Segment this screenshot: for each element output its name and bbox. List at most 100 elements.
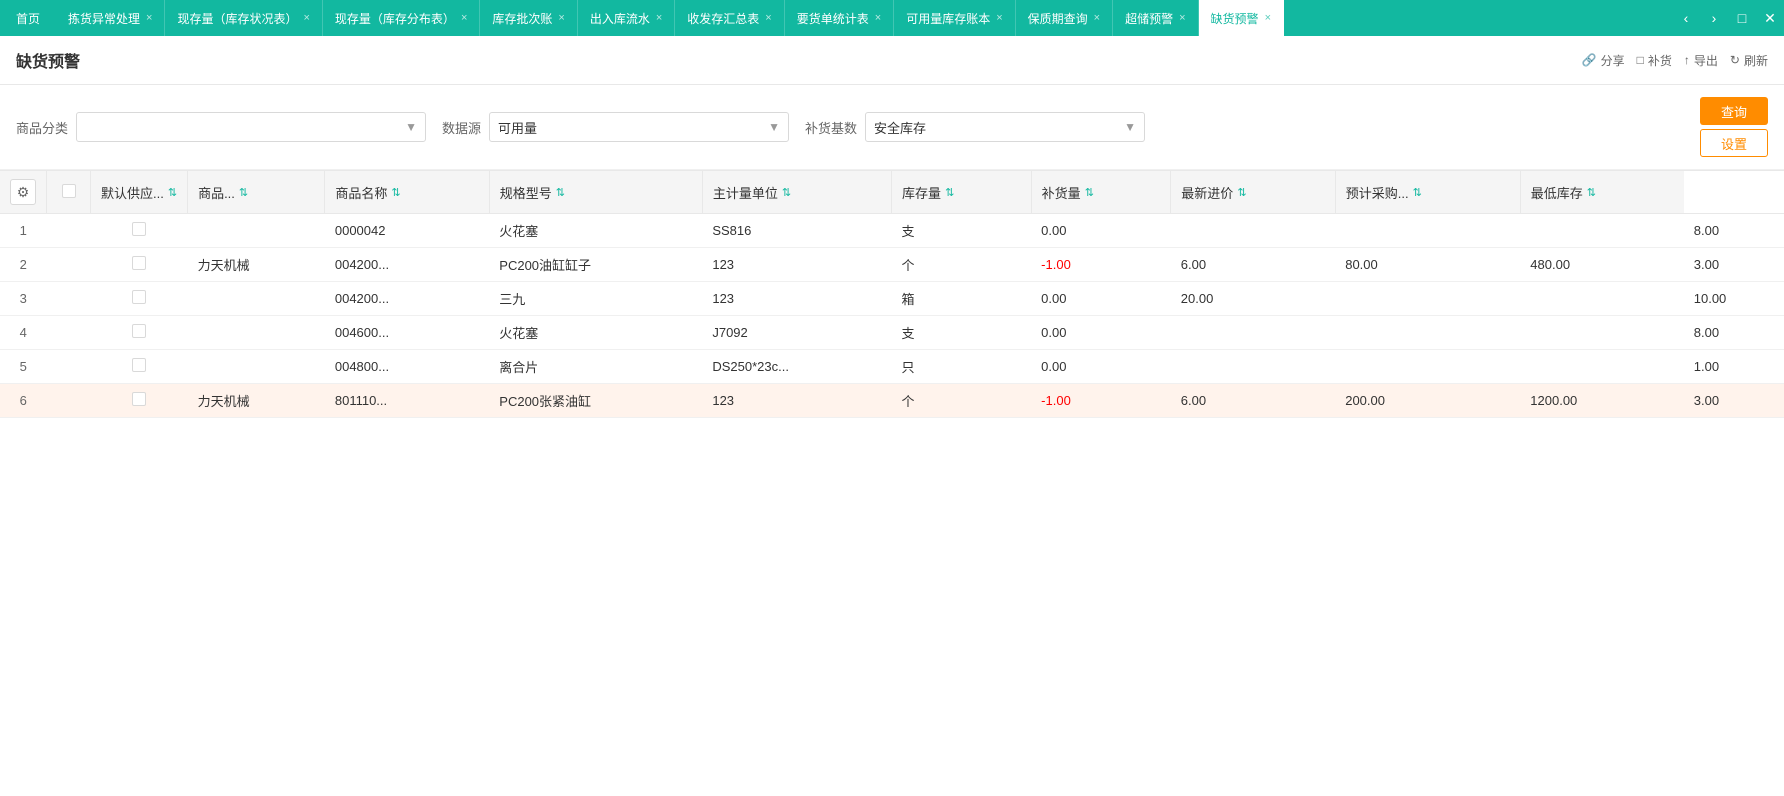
th-est-purchase[interactable]: 预计采购... ⇅ [1335, 171, 1520, 214]
page-title: 缺货预警 [16, 48, 80, 72]
tab-nav-restore[interactable]: □ [1728, 0, 1756, 36]
sort-est-purchase[interactable]: 预计采购... ⇅ [1346, 183, 1510, 202]
table-row: 3 004200... 三九 123 箱 0.00 20.00 10.00 [0, 282, 1784, 316]
row-unit: 个 [892, 384, 1032, 418]
tab-close-demand-stats[interactable]: × [875, 12, 881, 24]
tab-close-batch-account[interactable]: × [558, 12, 564, 24]
tab-close-stock-dist[interactable]: × [461, 12, 467, 24]
sort-icon-min: ⇅ [1587, 186, 1596, 199]
th-spec[interactable]: 规格型号 ⇅ [489, 171, 702, 214]
data-table: ⚙ 默认供应... ⇅ 商品... ⇅ [0, 170, 1784, 418]
row-checkbox-cell[interactable] [91, 282, 188, 316]
category-arrow-icon: ▼ [405, 120, 417, 134]
th-product-name[interactable]: 商品名称 ⇅ [325, 171, 489, 214]
tab-bar: 首页 拣货异常处理 × 现存量（库存状况表） × 现存量（库存分布表） × 库存… [0, 0, 1784, 36]
row-latest-price [1335, 282, 1520, 316]
tab-home[interactable]: 首页 [0, 0, 56, 36]
tab-close-expiry-query[interactable]: × [1094, 12, 1100, 24]
row-checkbox-cell[interactable] [91, 350, 188, 384]
row-supplier [188, 214, 325, 248]
share-button[interactable]: 🔗 分享 [1582, 52, 1625, 69]
th-checkbox[interactable] [47, 171, 91, 214]
th-unit[interactable]: 主计量单位 ⇅ [702, 171, 891, 214]
th-stock-qty[interactable]: 库存量 ⇅ [892, 171, 1032, 214]
row-supplier [188, 350, 325, 384]
row-stock-qty: 0.00 [1031, 282, 1171, 316]
tab-label: 要货单统计表 [797, 10, 869, 27]
th-product-code[interactable]: 商品... ⇅ [188, 171, 325, 214]
tab-expiry-query[interactable]: 保质期查询 × [1016, 0, 1113, 36]
tab-close-inout-flow[interactable]: × [656, 12, 662, 24]
datasource-select[interactable]: 可用量 ▼ [489, 112, 789, 142]
export-button[interactable]: ↑ 导出 [1684, 52, 1718, 69]
settings-button[interactable]: 设置 [1700, 129, 1768, 157]
replenish-label: 补货 [1648, 52, 1672, 69]
row-supplier: 力天机械 [188, 248, 325, 282]
tab-shortage[interactable]: 缺货预警 × [1199, 0, 1284, 36]
row-spec: 123 [702, 384, 891, 418]
main-content: 缺货预警 🔗 分享 □ 补货 ↑ 导出 ↻ 刷新 商品分类 [0, 36, 1784, 796]
row-unit: 箱 [892, 282, 1032, 316]
tab-nav-next[interactable]: › [1700, 0, 1728, 36]
th-gear[interactable]: ⚙ [0, 171, 47, 214]
sort-replenish-qty[interactable]: 补货量 ⇅ [1042, 183, 1161, 202]
th-default-supplier[interactable]: 默认供应... ⇅ [91, 171, 188, 214]
tab-stock-abnormal[interactable]: 拣货异常处理 × [56, 0, 165, 36]
tab-close-shortage[interactable]: × [1265, 12, 1271, 24]
row-checkbox-cell[interactable] [91, 214, 188, 248]
th-min-stock[interactable]: 最低库存 ⇅ [1520, 171, 1683, 214]
tab-batch-account[interactable]: 库存批次账 × [480, 0, 577, 36]
tab-close-stock-abnormal[interactable]: × [146, 12, 152, 24]
sort-product-name[interactable]: 商品名称 ⇅ [335, 183, 478, 202]
th-latest-price[interactable]: 最新进价 ⇅ [1171, 171, 1335, 214]
replenish-button[interactable]: □ 补货 [1637, 52, 1672, 69]
category-label: 商品分类 [16, 118, 68, 137]
row-product-name: 三九 [489, 282, 702, 316]
sort-latest-price[interactable]: 最新进价 ⇅ [1181, 183, 1324, 202]
replenish-base-select[interactable]: 安全库存 ▼ [865, 112, 1145, 142]
tab-nav-close[interactable]: ✕ [1756, 0, 1784, 36]
row-checkbox-cell[interactable] [91, 316, 188, 350]
tab-stock-dist[interactable]: 现存量（库存分布表） × [323, 0, 480, 36]
row-checkbox-cell[interactable] [91, 384, 188, 418]
row-replenish-qty: 20.00 [1171, 282, 1335, 316]
refresh-button[interactable]: ↻ 刷新 [1730, 52, 1768, 69]
row-checkbox[interactable] [132, 290, 146, 304]
tab-stock-status[interactable]: 现存量（库存状况表） × [165, 0, 322, 36]
row-checkbox[interactable] [132, 392, 146, 406]
row-product-name: PC200张紧油缸 [489, 384, 702, 418]
tab-available-ledger[interactable]: 可用量库存账本 × [894, 0, 1015, 36]
row-checkbox[interactable] [132, 358, 146, 372]
sort-product-code[interactable]: 商品... ⇅ [198, 183, 314, 202]
tab-nav-prev[interactable]: ‹ [1672, 0, 1700, 36]
sort-spec[interactable]: 规格型号 ⇅ [500, 183, 692, 202]
row-min-stock: 1.00 [1684, 350, 1784, 384]
row-index: 2 [0, 248, 47, 282]
tab-receive-summary[interactable]: 收发存汇总表 × [675, 0, 784, 36]
tab-close-available-ledger[interactable]: × [996, 12, 1002, 24]
tab-close-stock-status[interactable]: × [303, 12, 309, 24]
query-button[interactable]: 查询 [1700, 97, 1768, 125]
row-checkbox-cell[interactable] [91, 248, 188, 282]
tab-close-receive-summary[interactable]: × [765, 12, 771, 24]
row-supplier: 力天机械 [188, 384, 325, 418]
sort-unit[interactable]: 主计量单位 ⇅ [713, 183, 881, 202]
tab-demand-stats[interactable]: 要货单统计表 × [785, 0, 894, 36]
tab-close-overstock[interactable]: × [1179, 12, 1185, 24]
tab-inout-flow[interactable]: 出入库流水 × [578, 0, 675, 36]
sort-icon-replenish: ⇅ [1085, 186, 1094, 199]
tab-overstock[interactable]: 超储预警 × [1113, 0, 1198, 36]
row-checkbox[interactable] [132, 324, 146, 338]
row-checkbox[interactable] [132, 256, 146, 270]
row-checkbox[interactable] [132, 222, 146, 236]
replenish-icon: □ [1637, 53, 1644, 67]
sort-stock-qty[interactable]: 库存量 ⇅ [902, 183, 1021, 202]
row-min-stock: 8.00 [1684, 316, 1784, 350]
sort-min-stock[interactable]: 最低库存 ⇅ [1531, 183, 1674, 202]
row-stock-qty: 0.00 [1031, 316, 1171, 350]
th-replenish-qty[interactable]: 补货量 ⇅ [1031, 171, 1171, 214]
gear-settings-icon[interactable]: ⚙ [10, 179, 36, 205]
category-select[interactable]: ▼ [76, 112, 426, 142]
sort-default-supplier[interactable]: 默认供应... ⇅ [101, 183, 177, 202]
header-checkbox[interactable] [62, 184, 76, 198]
